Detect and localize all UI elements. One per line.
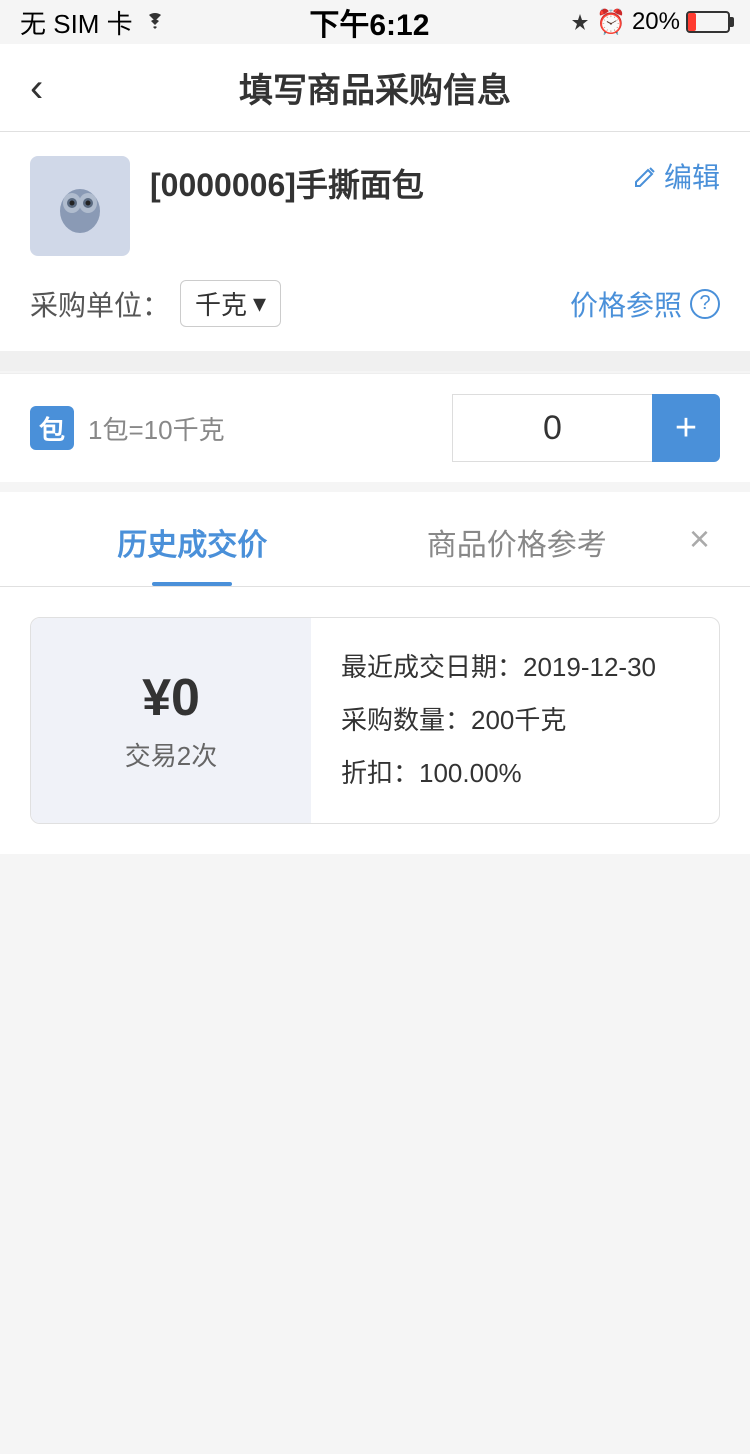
dropdown-arrow-icon: ▾ <box>253 288 266 319</box>
quantity-input[interactable] <box>452 394 652 462</box>
edit-icon <box>632 162 660 190</box>
product-header: [0000006]手撕面包 编辑 <box>30 156 720 256</box>
product-thumbnail <box>45 171 115 241</box>
status-left: 无 SIM 卡 <box>20 4 169 41</box>
product-section: [0000006]手撕面包 编辑 采购单位： 千克 ▾ 价格参照 ? <box>0 132 750 351</box>
quantity-plus-button[interactable]: + <box>652 394 720 462</box>
price-ref-button[interactable]: 价格参照 ? <box>570 284 720 324</box>
history-purchase-qty: 采购数量：200千克 <box>341 701 689 740</box>
unit-select-dropdown[interactable]: 千克 ▾ <box>180 280 281 327</box>
bag-unit-text: 1包=10千克 <box>88 410 225 447</box>
history-recent-date: 最近成交日期：2019-12-30 <box>341 648 689 687</box>
product-meta: 采购单位： 千克 ▾ 价格参照 ? <box>30 280 720 327</box>
bag-label-icon: 包 <box>30 406 74 450</box>
history-trades: 交易2次 <box>125 736 217 773</box>
product-info: [0000006]手撕面包 <box>150 156 424 206</box>
alarm-icon: ⏰ <box>596 8 626 37</box>
history-card: ¥0 交易2次 最近成交日期：2019-12-30 采购数量：200千克 折扣：… <box>30 617 720 824</box>
status-time: 下午6:12 <box>309 0 429 44</box>
history-discount: 折扣：100.00% <box>341 754 689 793</box>
bottom-space <box>0 854 750 1454</box>
status-right: ⏰ 20% <box>570 8 730 37</box>
battery-icon <box>686 11 730 33</box>
price-ref-info-icon: ? <box>690 289 720 319</box>
history-card-right: 最近成交日期：2019-12-30 采购数量：200千克 折扣：100.00% <box>311 618 719 823</box>
section-divider-1 <box>0 351 750 371</box>
tab-price-reference[interactable]: 商品价格参考 <box>354 492 678 586</box>
quantity-section: 包 1包=10千克 + <box>0 373 750 482</box>
tabs-header: 历史成交价 商品价格参考 × <box>0 492 750 587</box>
back-button[interactable]: ‹ <box>30 68 43 108</box>
tab-close-button[interactable]: × <box>679 501 720 577</box>
battery-percent: 20% <box>632 8 680 36</box>
product-left: [0000006]手撕面包 <box>30 156 424 256</box>
signal-text: 无 SIM 卡 <box>20 4 133 41</box>
history-price: ¥0 <box>142 668 200 728</box>
quantity-label: 包 1包=10千克 <box>30 406 225 450</box>
purchase-unit: 采购单位： 千克 ▾ <box>30 280 281 327</box>
tab-history-price[interactable]: 历史成交价 <box>30 492 354 586</box>
product-image <box>30 156 130 256</box>
page-title: 填写商品采购信息 <box>239 63 511 112</box>
product-name: [0000006]手撕面包 <box>150 160 424 206</box>
wifi-icon <box>141 11 169 33</box>
nav-bar: ‹ 填写商品采购信息 <box>0 44 750 132</box>
history-content: ¥0 交易2次 最近成交日期：2019-12-30 采购数量：200千克 折扣：… <box>0 587 750 854</box>
edit-button[interactable]: 编辑 <box>632 156 720 196</box>
history-card-left: ¥0 交易2次 <box>31 618 311 823</box>
quantity-control: + <box>452 394 720 462</box>
status-bar: 无 SIM 卡 下午6:12 ⏰ 20% <box>0 0 750 44</box>
location-icon <box>570 12 590 32</box>
tabs-section: 历史成交价 商品价格参考 × ¥0 交易2次 最近成交日期：2019-12-30… <box>0 492 750 854</box>
